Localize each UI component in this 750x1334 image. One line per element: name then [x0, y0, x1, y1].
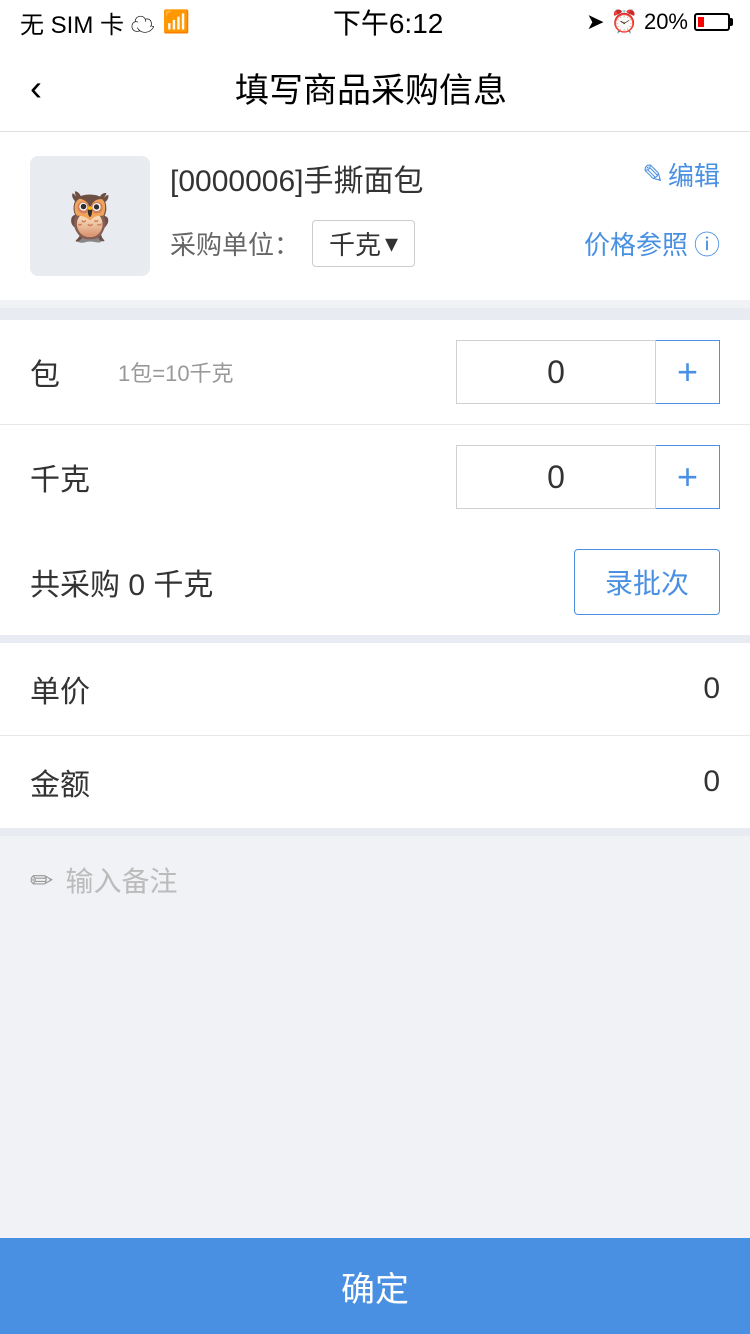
kg-input-row: 千克 + — [0, 425, 750, 529]
product-id: [0000006] — [170, 165, 303, 198]
unit-price-label: 单价 — [30, 667, 90, 711]
price-ref-label: 价格参照 — [584, 225, 688, 262]
alarm-icon: ⏰ — [611, 9, 638, 35]
pack-input-control: + — [456, 340, 720, 404]
status-bar: 无 SIM 卡 ☁ 📶 下午6:12 ➤ ⏰ 20% — [0, 0, 750, 44]
product-header: [0000006]手撕面包 ✎ 编辑 — [170, 156, 720, 200]
battery-percentage: 20% — [644, 9, 688, 35]
kg-plus-button[interactable]: + — [656, 445, 720, 509]
pack-sublabel: 1包=10千克 — [118, 356, 234, 388]
pack-number-input[interactable] — [456, 340, 656, 404]
edit-button[interactable]: ✎ 编辑 — [642, 156, 720, 193]
product-thumbnail: 🦉 — [30, 156, 150, 276]
amount-value: 0 — [703, 765, 720, 799]
page-title: 填写商品采购信息 — [62, 63, 680, 112]
dropdown-arrow-icon: ▾ — [385, 228, 398, 259]
pack-plus-button[interactable]: + — [656, 340, 720, 404]
unit-price-row: 单价 0 — [0, 643, 750, 736]
product-logo: 🦉 — [60, 188, 120, 245]
status-left: 无 SIM 卡 ☁ 📶 — [20, 5, 190, 40]
unit-value: 千克 — [329, 225, 381, 262]
edit-icon: ✎ — [642, 159, 664, 190]
sim-label: 无 SIM 卡 ☁ — [20, 5, 155, 40]
battery-fill — [698, 17, 704, 27]
summary-row: 共采购 0 千克 录批次 — [0, 529, 750, 643]
unit-price-value: 0 — [703, 672, 720, 706]
kg-number-input[interactable] — [456, 445, 656, 509]
nav-bar: ‹ 填写商品采购信息 — [0, 44, 750, 132]
section-divider-1 — [0, 308, 750, 320]
product-name: [0000006]手撕面包 — [170, 156, 423, 200]
product-title: 手撕面包 — [303, 165, 423, 198]
wifi-icon: 📶 — [163, 9, 190, 35]
confirm-button[interactable]: 确定 — [0, 1238, 750, 1334]
pack-input-row: 包 1包=10千克 + — [0, 320, 750, 425]
kg-label: 千克 — [30, 455, 110, 499]
info-icon: ⓘ — [694, 225, 720, 262]
product-card: 🦉 [0000006]手撕面包 ✎ 编辑 采购单位： 千克 ▾ 价格参照 ⓘ — [0, 132, 750, 308]
product-unit-row: 采购单位： 千克 ▾ 价格参照 ⓘ — [170, 220, 720, 267]
pack-label: 包 — [30, 350, 110, 394]
pencil-icon: ✏ — [30, 864, 53, 897]
kg-input-control: + — [456, 445, 720, 509]
edit-label: 编辑 — [668, 156, 720, 193]
status-right: ➤ ⏰ 20% — [586, 9, 730, 35]
price-reference-button[interactable]: 价格参照 ⓘ — [584, 225, 720, 262]
battery-tip — [730, 18, 733, 26]
price-section: 单价 0 金额 0 — [0, 643, 750, 836]
location-icon: ➤ — [586, 9, 604, 35]
back-button[interactable]: ‹ — [30, 67, 42, 109]
content-area — [0, 924, 750, 1264]
amount-row: 金额 0 — [0, 736, 750, 828]
remark-placeholder: 输入备注 — [65, 860, 177, 900]
remark-section[interactable]: ✏ 输入备注 — [0, 836, 750, 924]
total-summary-text: 共采购 0 千克 — [30, 560, 213, 604]
batch-button[interactable]: 录批次 — [574, 549, 720, 615]
status-time: 下午6:12 — [333, 2, 444, 42]
unit-select[interactable]: 千克 ▾ — [312, 220, 415, 267]
battery-icon — [694, 13, 730, 31]
unit-label: 采购单位： — [170, 225, 300, 262]
input-section: 包 1包=10千克 + 千克 + — [0, 320, 750, 529]
product-info: [0000006]手撕面包 ✎ 编辑 采购单位： 千克 ▾ 价格参照 ⓘ — [170, 156, 720, 267]
amount-label: 金额 — [30, 760, 90, 804]
